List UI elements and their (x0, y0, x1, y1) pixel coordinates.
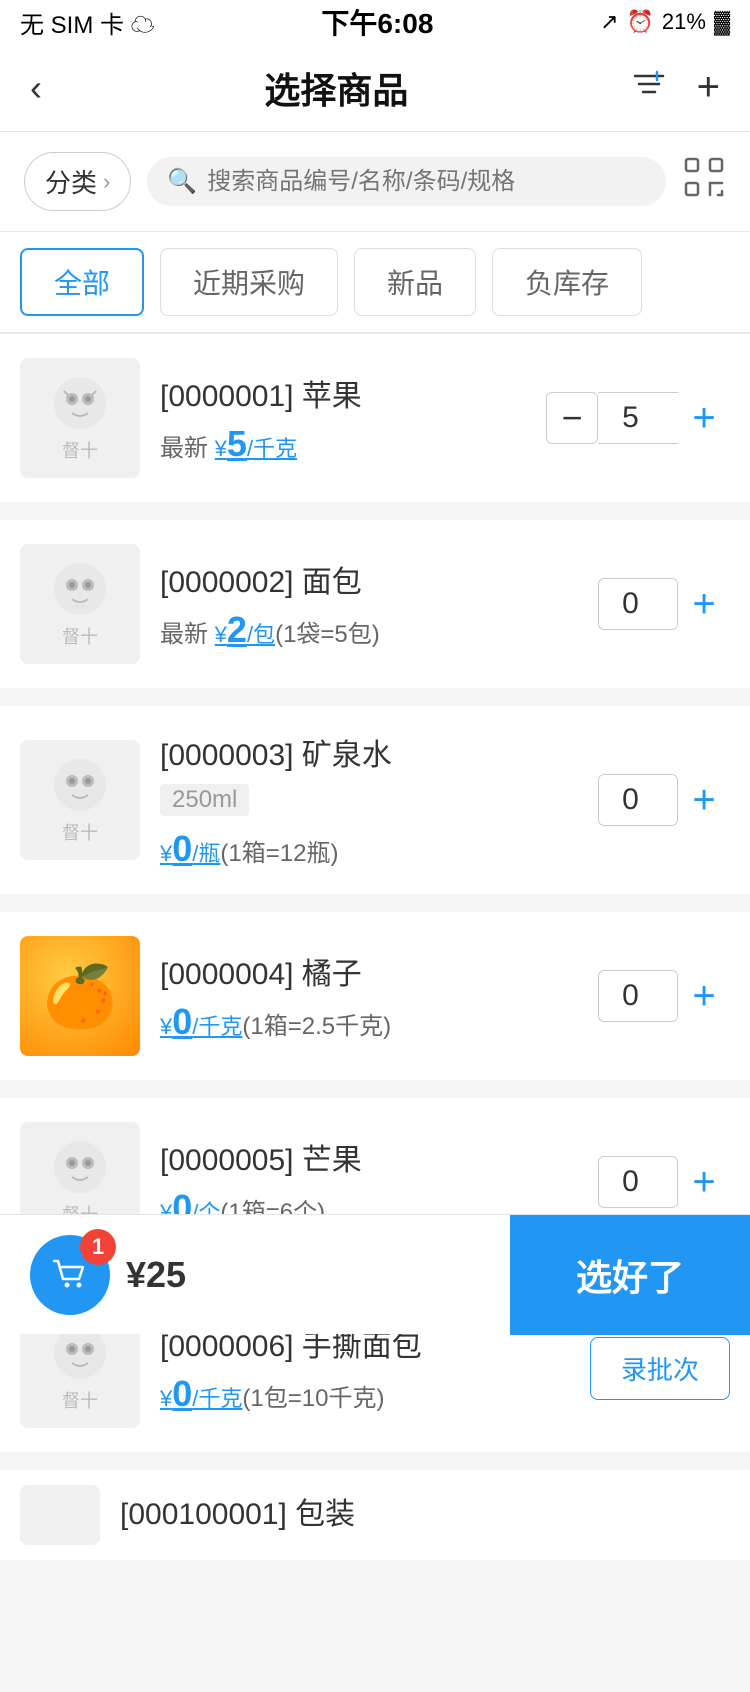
quantity-increase-button[interactable]: + (678, 970, 730, 1022)
search-icon: 🔍 (167, 167, 197, 196)
search-input[interactable] (207, 168, 646, 196)
quantity-control: 录批次 (590, 1337, 730, 1400)
quantity-control: − + (546, 392, 730, 444)
quantity-increase-button[interactable]: + (678, 392, 730, 444)
batch-record-button[interactable]: 录批次 (590, 1337, 730, 1400)
product-item: 督十 [0000001] 苹果 最新 ¥5/千克 − + (0, 334, 750, 502)
product-spec: 250ml (160, 784, 249, 816)
back-button[interactable]: ‹ (30, 67, 42, 109)
nav-left: ‹ (30, 67, 42, 109)
product-price: ¥0/瓶(1箱=12瓶) (160, 828, 578, 870)
cart-total: ¥25 (126, 1254, 186, 1296)
product-name: [0000003] 矿泉水 (160, 730, 578, 774)
product-item: 督十 [0000003] 矿泉水 250ml ¥0/瓶(1箱=12瓶) + (0, 706, 750, 894)
product-price: ¥0/千克(1箱=2.5千克) (160, 1001, 578, 1043)
filter-bar: 分类 › 🔍 (0, 132, 750, 232)
scan-button[interactable] (682, 155, 726, 208)
product-item: 🍊 [0000004] 橘子 ¥0/千克(1箱=2.5千克) + (0, 912, 750, 1080)
product-info: [0000002] 面包 最新 ¥2/包(1袋=5包) (160, 557, 578, 651)
location-icon: ↗ (600, 9, 618, 35)
product-name: [000100001] 包装 (120, 1489, 730, 1533)
bottom-bar: 1 ¥25 选好了 (0, 1214, 750, 1334)
quantity-input[interactable] (598, 1156, 678, 1208)
nav-right: + (631, 65, 720, 110)
quantity-increase-button[interactable]: + (678, 1156, 730, 1208)
page-title: 选择商品 (264, 62, 408, 114)
chevron-icon: › (103, 169, 110, 195)
status-right: ↗ ⏰ 21% ▓ (600, 9, 730, 35)
tab-negative[interactable]: 负库存 (492, 248, 642, 316)
product-name: [0000004] 橘子 (160, 949, 578, 993)
product-thumbnail: 督十 (20, 544, 140, 664)
status-left: 无 SIM 卡 ☁ (20, 5, 155, 40)
placeholder-icon: 督十 (50, 373, 110, 463)
cart-area: 1 ¥25 (0, 1235, 510, 1315)
tab-new[interactable]: 新品 (354, 248, 476, 316)
product-info: [0000001] 苹果 最新 ¥5/千克 (160, 371, 526, 465)
cart-badge: 1 (80, 1229, 116, 1265)
product-price: 最新 ¥2/包(1袋=5包) (160, 609, 578, 651)
placeholder-icon: 督十 (50, 1323, 110, 1413)
quantity-input[interactable] (598, 774, 678, 826)
quantity-control: + (598, 774, 730, 826)
alarm-icon: ⏰ (627, 9, 654, 35)
product-name: [0000001] 苹果 (160, 371, 526, 415)
sim-label: 无 SIM 卡 ☁ (20, 5, 155, 40)
tab-recent[interactable]: 近期采购 (160, 248, 338, 316)
product-item: 督十 [0000002] 面包 最新 ¥2/包(1袋=5包) + (0, 520, 750, 688)
product-info: [0000003] 矿泉水 250ml ¥0/瓶(1箱=12瓶) (160, 730, 578, 870)
quantity-control: + (598, 970, 730, 1022)
add-button[interactable]: + (697, 65, 720, 110)
product-list: 督十 [0000001] 苹果 最新 ¥5/千克 − + (0, 334, 750, 1692)
quantity-control: + (598, 1156, 730, 1208)
placeholder-icon: 督十 (50, 755, 110, 845)
cart-button[interactable]: 1 (30, 1235, 110, 1315)
product-info: [000100001] 包装 (120, 1489, 730, 1541)
product-thumbnail: 督十 (20, 740, 140, 860)
tab-all[interactable]: 全部 (20, 248, 144, 316)
quantity-input[interactable] (598, 392, 678, 444)
battery-icon: ▓ (714, 9, 730, 35)
battery-label: 21% (662, 9, 706, 35)
category-label: 分类 (45, 163, 97, 200)
product-thumbnail: 督十 (20, 358, 140, 478)
confirm-button[interactable]: 选好了 (510, 1215, 750, 1335)
product-info: [0000004] 橘子 ¥0/千克(1箱=2.5千克) (160, 949, 578, 1043)
quantity-increase-button[interactable]: + (678, 774, 730, 826)
status-time: 下午6:08 (321, 2, 433, 42)
product-name: [0000005] 芒果 (160, 1135, 578, 1179)
product-info: [0000006] 手撕面包 ¥0/千克(1包=10千克) (160, 1321, 570, 1415)
product-thumbnail: 🍊 (20, 936, 140, 1056)
product-name: [0000002] 面包 (160, 557, 578, 601)
quantity-input[interactable] (598, 970, 678, 1022)
quantity-input[interactable] (598, 578, 678, 630)
product-thumbnail (20, 1485, 100, 1545)
quantity-control: + (598, 578, 730, 630)
product-item: [000100001] 包装 (0, 1470, 750, 1560)
status-bar: 无 SIM 卡 ☁ 下午6:08 ↗ ⏰ 21% ▓ (0, 0, 750, 44)
search-box: 🔍 (147, 157, 666, 206)
product-price: ¥0/千克(1包=10千克) (160, 1373, 570, 1415)
placeholder-icon: 督十 (50, 559, 110, 649)
nav-bar: ‹ 选择商品 + (0, 44, 750, 132)
quantity-increase-button[interactable]: + (678, 578, 730, 630)
tab-bar: 全部 近期采购 新品 负库存 (0, 232, 750, 334)
product-price: 最新 ¥5/千克 (160, 423, 526, 465)
filter-button[interactable] (631, 66, 667, 110)
quantity-decrease-button[interactable]: − (546, 392, 598, 444)
category-button[interactable]: 分类 › (24, 152, 131, 211)
